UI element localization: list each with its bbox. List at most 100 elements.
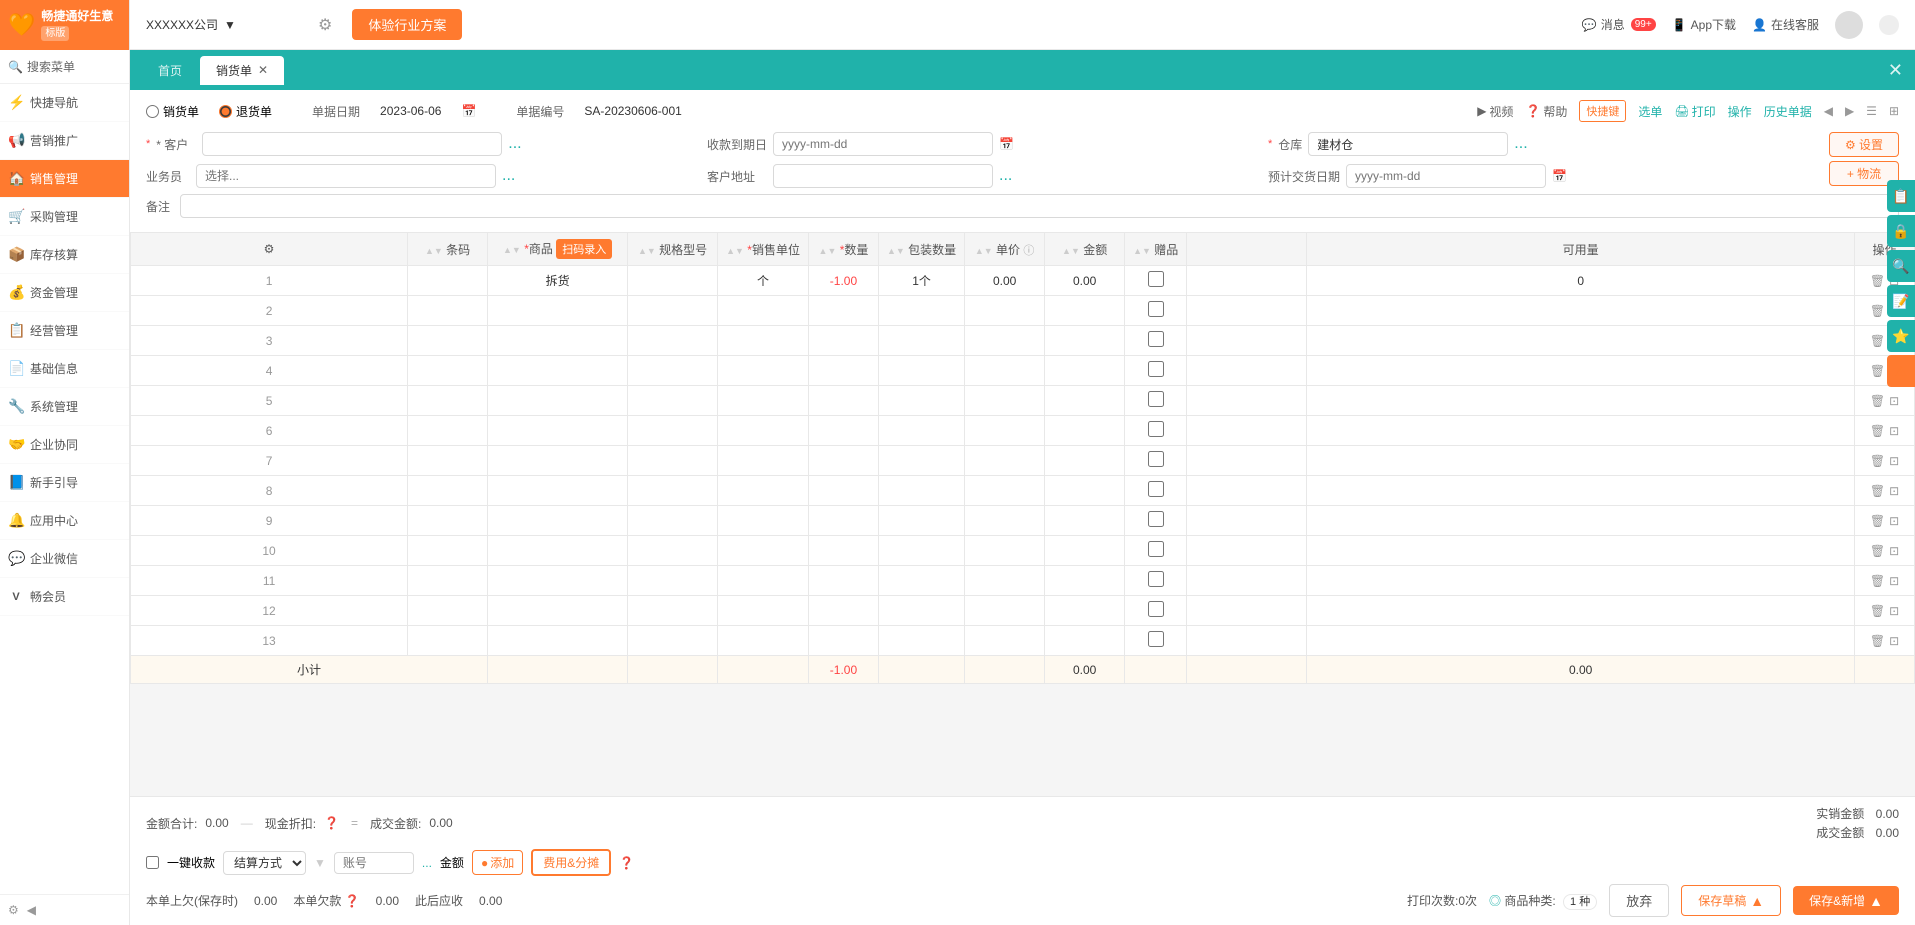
warehouse-input[interactable] (1308, 132, 1508, 156)
float-warning-icon[interactable]: ⚠ (1887, 355, 1915, 387)
help-icon[interactable]: ❓ 帮助 (1525, 103, 1567, 120)
gift-checkbox[interactable] (1148, 271, 1164, 287)
cell-gift[interactable] (1125, 266, 1187, 296)
due-help-icon[interactable]: ❓ (345, 894, 360, 908)
topbar-online-service[interactable]: 👤 在线客服 (1752, 16, 1819, 33)
cell-product[interactable]: 拆货 (488, 266, 628, 296)
sidebar-item-wechat[interactable]: 💬 企业微信 (0, 540, 129, 578)
customer-addr-input[interactable] (773, 164, 993, 188)
float-clipboard-icon[interactable]: 📋 (1887, 180, 1915, 212)
expected-date-input[interactable] (1346, 164, 1546, 188)
cell-spec[interactable] (628, 266, 718, 296)
save-draft-btn[interactable]: 保存草稿 ▲ (1681, 885, 1781, 916)
topbar-message[interactable]: 💬 消息 99+ (1582, 16, 1656, 33)
sidebar-search[interactable]: 🔍 搜索菜单 (0, 50, 129, 84)
operation-btn[interactable]: 操作 (1728, 103, 1752, 120)
delete-icon[interactable]: 🗑 (1870, 634, 1885, 648)
list-view-icon[interactable]: ☰ (1866, 104, 1877, 118)
delete-icon[interactable]: 🗑 (1870, 604, 1885, 618)
warehouse-dots[interactable]: ... (1514, 135, 1527, 153)
delete-icon[interactable]: 🗑 (1870, 454, 1885, 468)
sidebar-item-basic-info[interactable]: 📄 基础信息 (0, 350, 129, 388)
gift-checkbox[interactable] (1148, 451, 1164, 467)
receipt-date-input[interactable] (773, 132, 993, 156)
trial-btn[interactable]: 体验行业方案 (352, 9, 462, 40)
float-edit-icon[interactable]: 📝 (1887, 285, 1915, 317)
float-star-icon[interactable]: ⭐ (1887, 320, 1915, 352)
print-btn[interactable]: 🖨 打印 (1674, 103, 1715, 120)
sidebar-item-app[interactable]: 🔔 应用中心 (0, 502, 129, 540)
tab-sales-order[interactable]: 销货单 ✕ (200, 56, 284, 85)
save-new-btn[interactable]: 保存&新增 ▲ (1793, 886, 1899, 915)
radio-return-input[interactable] (219, 105, 232, 118)
sidebar-item-collab[interactable]: 🤝 企业协同 (0, 426, 129, 464)
delete-icon[interactable]: 🗑 (1870, 574, 1885, 588)
settings-btn[interactable]: ⚙ 设置 (1829, 132, 1899, 157)
history-btn[interactable]: 历史单据 (1764, 103, 1812, 120)
sidebar-item-system[interactable]: 🔧 系统管理 (0, 388, 129, 426)
delete-icon[interactable]: 🗑 (1870, 394, 1885, 408)
customer-dots[interactable]: ... (508, 135, 521, 153)
cell-amount[interactable]: 0.00 (1045, 266, 1125, 296)
gift-checkbox[interactable] (1148, 421, 1164, 437)
topbar-app-download[interactable]: 📱 App下载 (1672, 16, 1736, 33)
sidebar-item-inventory[interactable]: 📦 库存核算 (0, 236, 129, 274)
copy-icon[interactable]: ⊡ (1889, 514, 1899, 528)
tab-home[interactable]: 首页 (142, 56, 198, 85)
cell-qty[interactable]: -1.00 (808, 266, 878, 296)
radio-return[interactable]: 退货单 (219, 103, 272, 120)
sidebar-item-operations[interactable]: 📋 经营管理 (0, 312, 129, 350)
sidebar-item-member[interactable]: V 畅会员 (0, 578, 129, 616)
sidebar-item-sales[interactable]: 🏠 销售管理 (0, 160, 129, 198)
gift-checkbox[interactable] (1148, 391, 1164, 407)
copy-icon[interactable]: ⊡ (1889, 454, 1899, 468)
company-selector[interactable]: XXXXXX公司 ▼ (146, 16, 306, 33)
receipt-date-calendar[interactable]: 📅 (999, 137, 1014, 151)
account-input[interactable] (334, 852, 414, 874)
expected-date-calendar[interactable]: 📅 (1552, 169, 1567, 183)
delete-icon[interactable]: 🗑 (1870, 484, 1885, 498)
feiyong-btn[interactable]: 费用&分摊 (531, 849, 611, 876)
delete-icon[interactable]: 🗑 (1870, 334, 1885, 348)
user-avatar[interactable] (1835, 11, 1863, 39)
cell-pkgqty[interactable]: 1个 (878, 266, 964, 296)
notes-input[interactable] (180, 194, 1899, 218)
sidebar-collapse-icon[interactable]: ◀ (27, 903, 36, 917)
copy-icon[interactable]: ⊡ (1889, 544, 1899, 558)
radio-sale-input[interactable] (146, 105, 159, 118)
calendar-icon[interactable]: 📅 (461, 104, 476, 118)
delete-icon[interactable]: 🗑 (1870, 274, 1885, 288)
tab-close-all-icon[interactable]: ✕ (1888, 60, 1903, 81)
cell-price[interactable]: 0.00 (965, 266, 1045, 296)
sidebar-settings-icon[interactable]: ⚙ (8, 903, 19, 917)
salesperson-input[interactable] (196, 164, 496, 188)
sidebar-item-finance[interactable]: 💰 资金管理 (0, 274, 129, 312)
copy-icon[interactable]: ⊡ (1889, 574, 1899, 588)
scan-btn[interactable]: 扫码录入 (556, 239, 612, 259)
gift-checkbox[interactable] (1148, 541, 1164, 557)
gift-checkbox[interactable] (1148, 361, 1164, 377)
delete-icon[interactable]: 🗑 (1870, 544, 1885, 558)
salesperson-dots[interactable]: ... (502, 167, 515, 185)
feiyong-help-icon[interactable]: ❓ (619, 856, 634, 870)
copy-icon[interactable]: ⊡ (1889, 604, 1899, 618)
delete-icon[interactable]: 🗑 (1870, 424, 1885, 438)
copy-icon[interactable]: ⊡ (1889, 424, 1899, 438)
gift-checkbox[interactable] (1148, 631, 1164, 647)
delete-icon[interactable]: 🗑 (1870, 364, 1885, 378)
float-lock-icon[interactable]: 🔒 (1887, 215, 1915, 247)
gift-checkbox[interactable] (1148, 571, 1164, 587)
customer-input[interactable] (202, 132, 502, 156)
sidebar-item-guide[interactable]: 📘 新手引导 (0, 464, 129, 502)
sidebar-item-purchase[interactable]: 🛒 采购管理 (0, 198, 129, 236)
delete-icon[interactable]: 🗑 (1870, 304, 1885, 318)
customer-addr-dots[interactable]: ... (999, 167, 1012, 185)
gift-checkbox[interactable] (1148, 511, 1164, 527)
settings-gear-icon[interactable]: ⚙ (318, 15, 332, 35)
gift-checkbox[interactable] (1148, 331, 1164, 347)
prev-page-icon[interactable]: ◀ (1824, 104, 1833, 118)
abandon-btn[interactable]: 放弃 (1609, 884, 1669, 917)
radio-sale[interactable]: 销货单 (146, 103, 199, 120)
account-dots[interactable]: ... (422, 856, 432, 870)
delete-icon[interactable]: 🗑 (1870, 514, 1885, 528)
